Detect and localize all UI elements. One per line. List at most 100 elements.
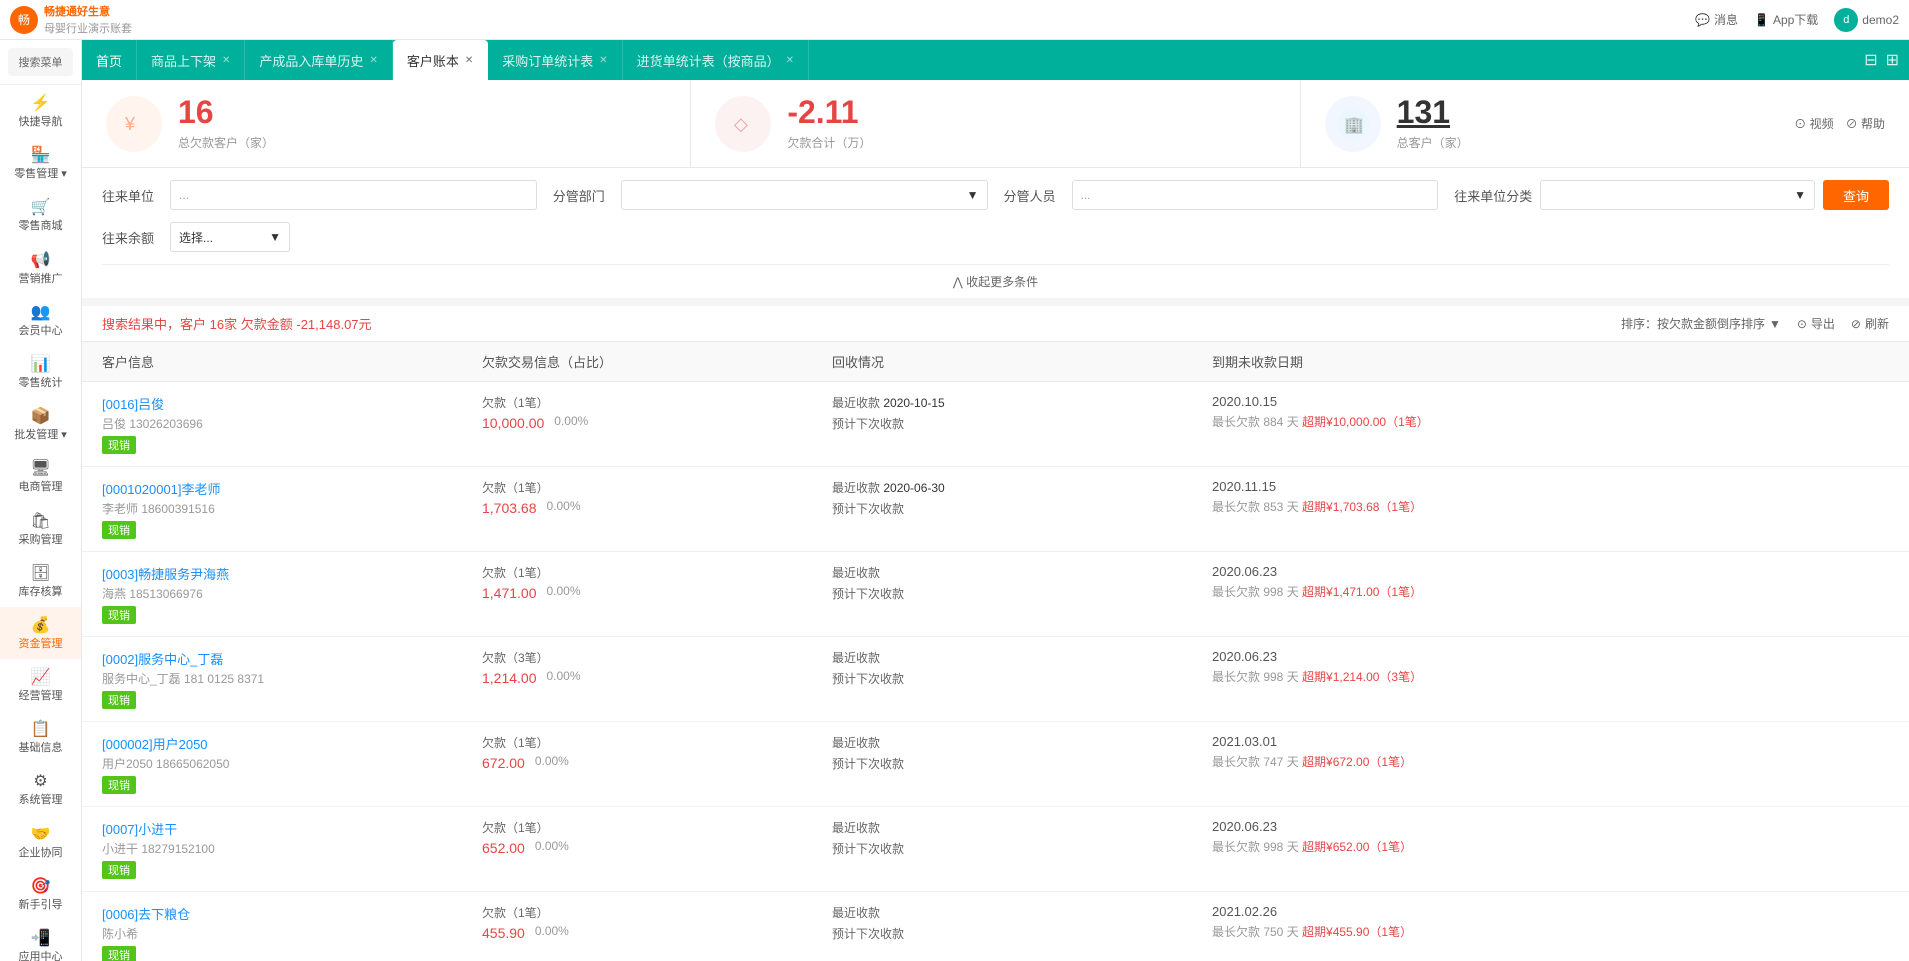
tab-purchase-order-close[interactable]: ✕: [599, 55, 607, 66]
tab-product-history[interactable]: 产成品入库单历史 ✕: [245, 40, 392, 80]
filter-branch-person: 分管人员 ...: [1004, 180, 1439, 210]
filter-from-unit-input[interactable]: ...: [170, 180, 537, 210]
search-menu-button[interactable]: 搜索菜单: [8, 48, 73, 76]
overdue-link-1[interactable]: 超期¥1,703.68（1笔）: [1302, 500, 1422, 514]
filter-balance-label: 往来余额: [102, 228, 162, 247]
tab-goods-status[interactable]: 商品上下架 ✕: [137, 40, 245, 80]
sidebar-item-ecommerce[interactable]: 🖥 电商管理: [0, 450, 81, 502]
help-button[interactable]: ⊘ 帮助: [1846, 115, 1885, 132]
tab-goods-stats[interactable]: 进货单统计表（按商品） ✕: [623, 40, 809, 80]
sidebar-item-purchase-mgmt[interactable]: 🛍 采购管理: [0, 503, 81, 555]
export-icon: ⊙: [1797, 317, 1807, 331]
stat-corner-actions: ⊙ 视频 ⊘ 帮助: [1794, 115, 1885, 132]
filter-unit-class-label: 往来单位分类: [1454, 186, 1532, 205]
repay-cell-4: 最近收款 预计下次收款: [832, 734, 1212, 776]
filter-branch-dept: 分管部门 ▼: [553, 180, 988, 210]
stat-icon-total: 🏢: [1325, 96, 1381, 152]
new-guide-icon: 🎯: [4, 876, 77, 896]
customer-name-5[interactable]: [0007]小进干: [102, 822, 177, 837]
sidebar-item-batch-mgmt[interactable]: 📦 批发管理 ▾: [0, 398, 81, 450]
sidebar-item-marketing[interactable]: 📢 营销推广: [0, 242, 81, 294]
sidebar-item-capital[interactable]: 💰 资金管理: [0, 607, 81, 659]
tab-purchase-order-label: 采购订单统计表: [502, 51, 593, 70]
overdue-cell-4: 2021.03.01 最长欠款 747 天 超期¥672.00（1笔）: [1212, 734, 1889, 770]
sidebar-item-new-guide[interactable]: 🎯 新手引导: [0, 868, 81, 920]
sidebar-item-system[interactable]: ⚙ 系统管理: [0, 763, 81, 815]
stats-row: ¥ 16 总欠款客户（家） ◇ -2.11 欠款合计（万）: [82, 80, 1909, 168]
tab-maximize-button[interactable]: ⊞: [1886, 50, 1899, 70]
tab-customer-account[interactable]: 客户账本 ✕: [393, 40, 488, 80]
app-download-button[interactable]: 📱 App下载: [1754, 11, 1818, 28]
customer-name-6[interactable]: [0006]去下粮仓: [102, 907, 190, 922]
overdue-link-4[interactable]: 超期¥672.00（1笔）: [1302, 755, 1412, 769]
overdue-link-6[interactable]: 超期¥455.90（1笔）: [1302, 925, 1412, 939]
top-bar: 畅 畅捷通好生意 母婴行业演示账套 💬 消息 📱 App下载 d demo2: [0, 0, 1909, 40]
inventory-icon: 🗄: [4, 563, 77, 583]
unit-class-chevron: ▼: [1794, 188, 1806, 202]
tab-goods-stats-close[interactable]: ✕: [786, 55, 794, 66]
logo-area: 畅 畅捷通好生意 母婴行业演示账套: [10, 3, 132, 36]
sidebar-item-quick-nav[interactable]: ⚡ 快捷导航: [0, 85, 81, 137]
overdue-cell-3: 2020.06.23 最长欠款 998 天 超期¥1,214.00（3笔）: [1212, 649, 1889, 685]
customer-tag-4: 现销: [102, 776, 136, 794]
overdue-link-3[interactable]: 超期¥1,214.00（3笔）: [1302, 670, 1422, 684]
sidebar-item-basic-info[interactable]: 📋 基础信息: [0, 711, 81, 763]
customer-sub-5: 小进干 18279152100: [102, 840, 482, 857]
tab-product-history-close[interactable]: ✕: [369, 55, 377, 66]
sidebar-item-app-center[interactable]: 📲 应用中心: [0, 920, 81, 961]
query-button[interactable]: 查询: [1823, 180, 1889, 210]
sidebar-item-retail-mgmt[interactable]: 🏪 零售管理 ▾: [0, 137, 81, 189]
customer-name-3[interactable]: [0002]服务中心_丁磊: [102, 652, 223, 667]
table-row: [0007]小进干 小进干 18279152100 现销 欠款（1笔） 652.…: [82, 807, 1909, 892]
filter-from-unit: 往来单位 ...: [102, 180, 537, 210]
collapse-icon: ⋀: [953, 275, 966, 289]
customer-name-0[interactable]: [0016]吕俊: [102, 397, 164, 412]
sidebar-search-area: 搜索菜单: [0, 40, 81, 85]
filter-balance-select[interactable]: 选择... ▼: [170, 222, 290, 252]
debt-cell-2: 欠款（1笔） 1,471.00 0.00%: [482, 564, 832, 601]
message-button[interactable]: 💬 消息: [1695, 11, 1738, 28]
video-button[interactable]: ⊙ 视频: [1794, 115, 1833, 132]
sidebar-item-member[interactable]: 👥 会员中心: [0, 294, 81, 346]
export-button[interactable]: ⊙ 导出: [1797, 315, 1835, 332]
user-avatar[interactable]: d demo2: [1834, 8, 1899, 32]
top-bar-right: 💬 消息 📱 App下载 d demo2: [1695, 8, 1899, 32]
customer-name-4[interactable]: [000002]用户2050: [102, 737, 208, 752]
debt-cell-5: 欠款（1笔） 652.00 0.00%: [482, 819, 832, 856]
tab-home[interactable]: 首页: [82, 40, 137, 80]
tab-customer-account-label: 客户账本: [407, 51, 459, 70]
overdue-cell-1: 2020.11.15 最长欠款 853 天 超期¥1,703.68（1笔）: [1212, 479, 1889, 515]
tab-purchase-order[interactable]: 采购订单统计表 ✕: [488, 40, 622, 80]
tab-minimize-button[interactable]: ⊟: [1864, 50, 1877, 70]
repay-cell-2: 最近收款 预计下次收款: [832, 564, 1212, 606]
overdue-link-5[interactable]: 超期¥652.00（1笔）: [1302, 840, 1412, 854]
stat-card-debt-amount: ◇ -2.11 欠款合计（万）: [691, 80, 1300, 167]
repay-cell-3: 最近收款 预计下次收款: [832, 649, 1212, 691]
logo-icon: 畅: [10, 6, 38, 34]
filter-branch-person-input[interactable]: ...: [1072, 180, 1439, 210]
sidebar-item-retail-store[interactable]: 🛒 零售商城: [0, 189, 81, 241]
col-overdue: 到期未收款日期: [1212, 352, 1889, 371]
refresh-button[interactable]: ⊘ 刷新: [1851, 315, 1889, 332]
table-header: 客户信息 欠款交易信息（占比） 回收情况 到期未收款日期: [82, 342, 1909, 382]
tab-goods-status-close[interactable]: ✕: [222, 55, 230, 66]
sidebar-item-inventory[interactable]: 🗄 库存核算: [0, 555, 81, 607]
customer-name-2[interactable]: [0003]畅捷服务尹海燕: [102, 567, 229, 582]
sidebar-item-operations[interactable]: 📈 经营管理: [0, 659, 81, 711]
customer-tag-0: 现销: [102, 436, 136, 454]
tab-bar-actions: ⊟ ⊞: [1864, 50, 1909, 70]
collapse-button[interactable]: ⋀ 收起更多条件: [102, 264, 1889, 298]
filter-branch-dept-input[interactable]: ▼: [621, 180, 988, 210]
customer-name-1[interactable]: [0001020001]李老师: [102, 482, 221, 497]
app-center-icon: 📲: [4, 928, 77, 948]
sidebar-item-retail-stats[interactable]: 📊 零售统计: [0, 346, 81, 398]
overdue-link-2[interactable]: 超期¥1,471.00（1笔）: [1302, 585, 1422, 599]
filter-unit-class-input[interactable]: ▼: [1540, 180, 1815, 210]
sidebar-item-enterprise-collab[interactable]: 🤝 企业协同: [0, 816, 81, 868]
tab-customer-account-close[interactable]: ✕: [465, 55, 473, 66]
sort-button[interactable]: 排序：按欠款金额倒序排序 ▼: [1621, 315, 1781, 332]
debt-cell-0: 欠款（1笔） 10,000.00 0.00%: [482, 394, 832, 431]
overdue-link-0[interactable]: 超期¥10,000.00（1笔）: [1302, 415, 1429, 429]
tab-product-history-label: 产成品入库单历史: [259, 51, 363, 70]
result-info: 搜索结果中，客户 16家 欠款金额 -21,148.07元: [102, 314, 372, 333]
